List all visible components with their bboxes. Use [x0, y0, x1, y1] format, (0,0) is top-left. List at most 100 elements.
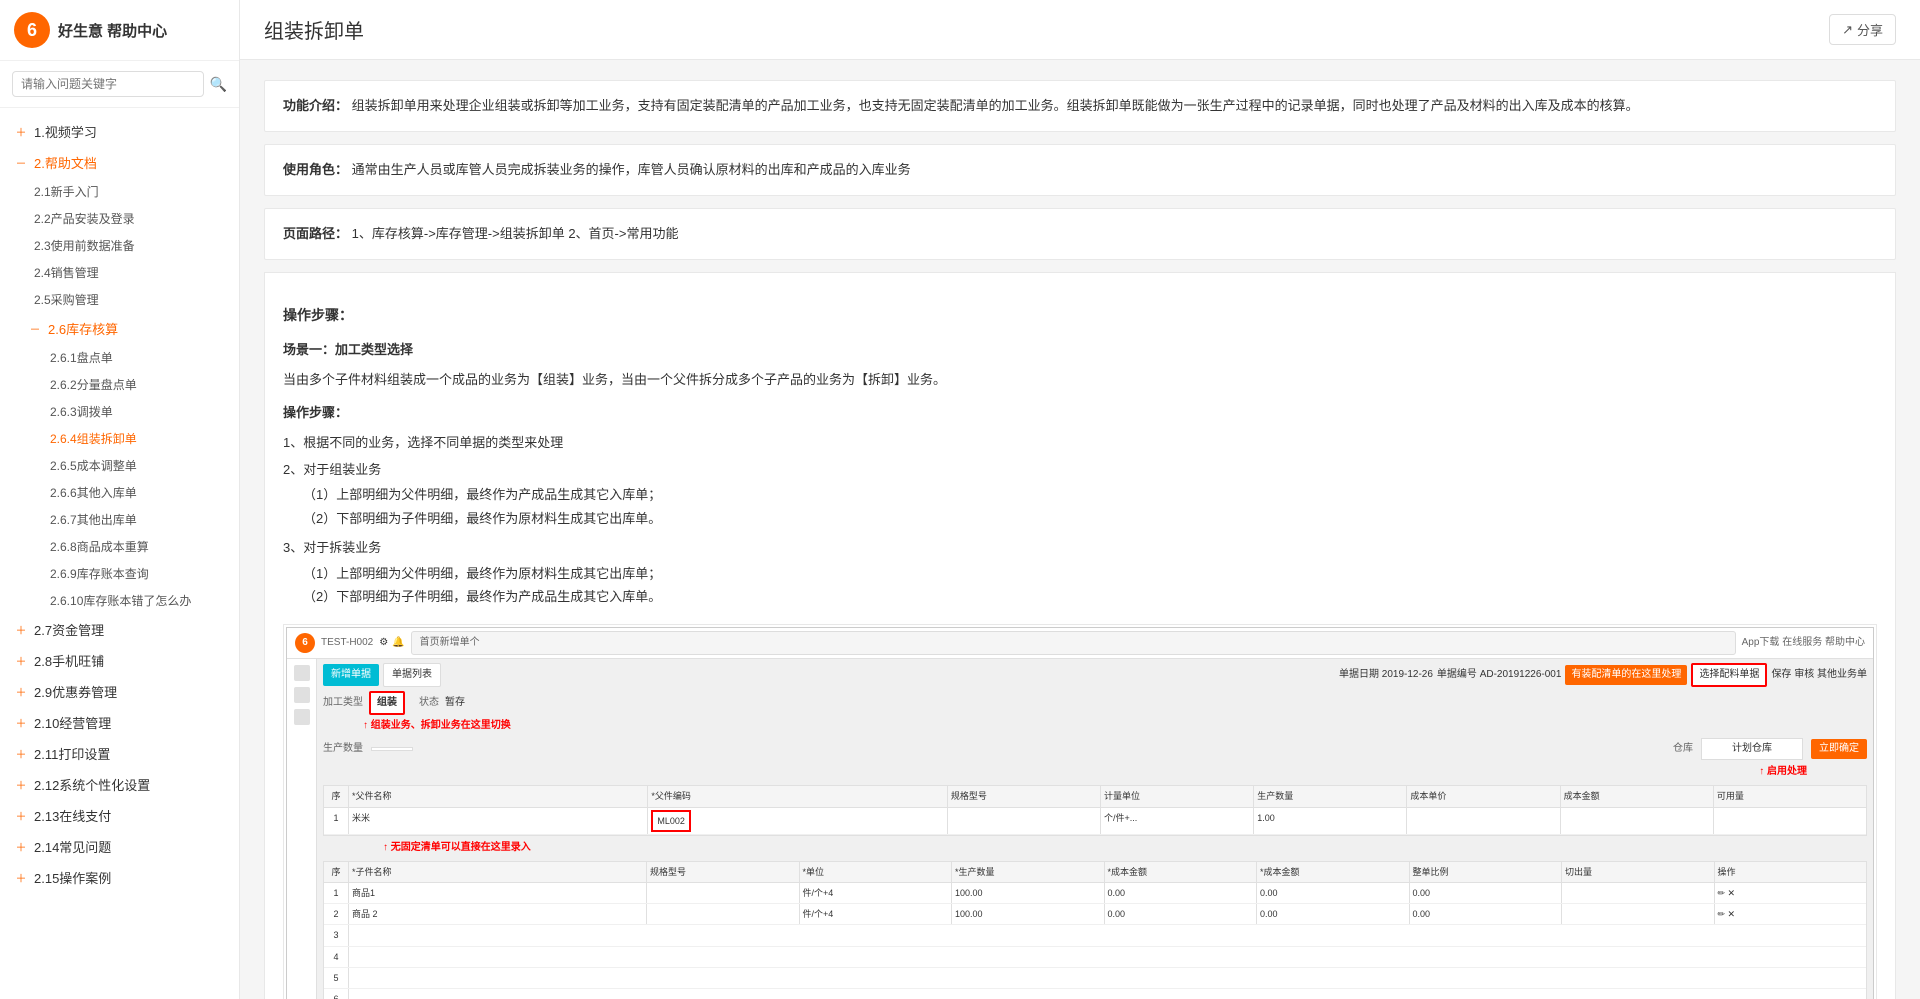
step3-1: （1）上部明细为父件明细，最终作为原材料生成其它出库单；	[283, 562, 1877, 585]
sidebar-item-s210[interactable]: ＋ 2.10经营管理	[0, 707, 239, 738]
plus-icon-s214: ＋	[14, 840, 28, 854]
sidebar-item-s213[interactable]: ＋ 2.13在线支付	[0, 800, 239, 831]
mock-sidebar-icon3	[294, 709, 310, 725]
mock-status-label: 状态	[419, 694, 439, 712]
mock-upper-table-header: 序 *父件名称 *父件编码 规格型号 计量单位 生产数量 成本单价 成本金额 可…	[324, 786, 1866, 807]
mock-screenshot: 6 TEST-H002 ⚙ 🔔 首页新增单个 App下载 在线服务 帮助中心	[286, 627, 1874, 999]
plus-icon-s215: ＋	[14, 871, 28, 885]
sidebar-item-s2610[interactable]: 2.6.10库存账本错了怎么办	[0, 587, 239, 614]
mock-company: TEST-H002	[321, 634, 373, 652]
sidebar-item-s266[interactable]: 2.6.6其他入库单	[0, 479, 239, 506]
sidebar-item-s23[interactable]: 2.3使用前数据准备	[0, 232, 239, 259]
mock-type-value: 组装	[369, 691, 405, 715]
main-content: 组装拆卸单 ↗ 分享 功能介绍： 组装拆卸单用来处理企业组装或拆卸等加工业务，支…	[240, 0, 1920, 999]
steps-title: 操作步骤：	[283, 303, 1877, 328]
sidebar-item-s24[interactable]: 2.4销售管理	[0, 259, 239, 286]
mock-sidebar-icon1	[294, 665, 310, 681]
sidebar-item-s21[interactable]: 2.1新手入门	[0, 178, 239, 205]
plus-icon-s213: ＋	[14, 809, 28, 823]
mock-wh-input: 计划仓库	[1701, 738, 1803, 760]
mock-qty-label: 生产数量	[323, 740, 363, 758]
sidebar-item-s268[interactable]: 2.6.8商品成本重算	[0, 533, 239, 560]
sidebar-item-s265[interactable]: 2.6.5成本调整单	[0, 452, 239, 479]
mock-lower-row3: 3	[324, 925, 1866, 946]
mock-type-label: 加工类型	[323, 694, 363, 712]
mock-docdate: 单据日期 2019-12-26	[1339, 666, 1433, 684]
mock-lower-row2: 2 商品 2 件/个+4 100.00 0.00 0.00 0.00	[324, 904, 1866, 925]
content-area: 功能介绍： 组装拆卸单用来处理企业组装或拆卸等加工业务，支持有固定装配清单的产品…	[240, 60, 1920, 999]
mock-qty-row: 生产数量 仓库 计划仓库 立即确定	[323, 738, 1867, 760]
plus-icon-s210: ＋	[14, 716, 28, 730]
mock-lower-table-header: 序 *子件名称 规格型号 *单位 *生产数量 *成本金额 *成本金额 整单比例 …	[324, 862, 1866, 883]
search-input[interactable]	[12, 71, 204, 97]
mock-actions: 保存 审核 其他业务单	[1771, 666, 1867, 684]
sidebar-item-s27[interactable]: ＋ 2.7资金管理	[0, 614, 239, 645]
mock-qty-input	[371, 747, 413, 751]
annotation5-text: ↑ 无固定清单可以直接在这里录入	[383, 839, 1867, 857]
mock-upper-table: 序 *父件名称 *父件编码 规格型号 计量单位 生产数量 成本单价 成本金额 可…	[323, 785, 1867, 835]
sidebar-item-label: 1.视频学习	[34, 122, 97, 141]
mock-lower-row4: 4	[324, 947, 1866, 968]
mock-switch-annotation: ↑ 组装业务、拆卸业务在这里切换	[323, 717, 1867, 735]
mock-annotation-area1: 加工类型 组装 状态 暂存	[323, 691, 1867, 715]
scenario1-title: 场景一：加工类型选择	[283, 338, 1877, 361]
plus-icon-s29: ＋	[14, 685, 28, 699]
mock-url: 首页新增单个	[411, 631, 1736, 655]
sidebar-item-s211[interactable]: ＋ 2.11打印设置	[0, 738, 239, 769]
sidebar: 6 好生意 帮助中心 🔍 ＋ 1.视频学习 － 2.帮助文档 2.1新手入门 2…	[0, 0, 240, 999]
path-block: 页面路径： 1、库存核算->库存管理->组装拆卸单 2、首页->常用功能	[264, 208, 1896, 260]
sidebar-item-s215[interactable]: ＋ 2.15操作案例	[0, 862, 239, 893]
sidebar-item-s2[interactable]: － 2.帮助文档	[0, 147, 239, 178]
sidebar-item-s212[interactable]: ＋ 2.12系统个性化设置	[0, 769, 239, 800]
mock-annotation-1: 有装配清单的在这里处理	[1565, 665, 1687, 685]
intro1-text: 组装拆卸单用来处理企业组装或拆卸等加工业务，支持有固定装配清单的产品加工业务，也…	[352, 98, 1639, 113]
plus-icon-s27: ＋	[14, 623, 28, 637]
step2-1: （1）上部明细为父件明细，最终作为产成品生成其它入库单；	[283, 483, 1877, 506]
sidebar-item-s267[interactable]: 2.6.7其他出库单	[0, 506, 239, 533]
sidebar-item-s28[interactable]: ＋ 2.8手机旺铺	[0, 645, 239, 676]
step2-2: （2）下部明细为子件明细，最终作为原材料生成其它出库单。	[283, 507, 1877, 530]
page-title: 组装拆卸单	[264, 15, 364, 44]
sidebar-item-s262[interactable]: 2.6.2分量盘点单	[0, 371, 239, 398]
mock-tab-new: 新增单据	[323, 664, 379, 686]
sidebar-item-s264[interactable]: 2.6.4组装拆卸单	[0, 425, 239, 452]
mock-wh-label: 仓库	[1673, 740, 1693, 758]
sidebar-item-s269[interactable]: 2.6.9库存账本查询	[0, 560, 239, 587]
main-header: 组装拆卸单 ↗ 分享	[240, 0, 1920, 60]
sidebar-item-s1[interactable]: ＋ 1.视频学习	[0, 116, 239, 147]
path-text: 1、库存核算->库存管理->组装拆卸单 2、首页->常用功能	[352, 226, 679, 241]
step1: 1、根据不同的业务，选择不同单据的类型来处理	[283, 431, 1877, 454]
mock-upper-row1: 1 米米 ML002 个/件+... 1.00	[324, 808, 1866, 835]
screenshot-container: 6 TEST-H002 ⚙ 🔔 首页新增单个 App下载 在线服务 帮助中心	[283, 624, 1877, 999]
mock-lower-row5: 5	[324, 968, 1866, 989]
sidebar-item-s26[interactable]: － 2.6库存核算	[0, 313, 239, 344]
sidebar-item-s22[interactable]: 2.2产品安装及登录	[0, 205, 239, 232]
mock-docno: 单据编号 AD-20191226-001	[1437, 666, 1562, 684]
share-icon: ↗	[1842, 22, 1853, 38]
annotation3-text: ↑ 组装业务、拆卸业务在这里切换	[363, 717, 1867, 735]
path-label: 页面路径：	[283, 226, 348, 241]
mock-lower-table: 序 *子件名称 规格型号 *单位 *生产数量 *成本金额 *成本金额 整单比例 …	[323, 861, 1867, 999]
mock-select-recipe: 选择配料单据	[1691, 663, 1767, 687]
share-button[interactable]: ↗ 分享	[1829, 14, 1896, 45]
step2: 2、对于组装业务	[283, 458, 1877, 481]
sidebar-item-s214[interactable]: ＋ 2.14常见问题	[0, 831, 239, 862]
sidebar-item-s25[interactable]: 2.5采购管理	[0, 286, 239, 313]
search-button[interactable]: 🔍	[210, 76, 227, 93]
sidebar-item-s263[interactable]: 2.6.3调拨单	[0, 398, 239, 425]
scenario1-desc: 当由多个子件材料组装成一个成品的业务为【组装】业务，当由一个父件拆分成多个子产品…	[283, 368, 1877, 391]
plus-icon-s28: ＋	[14, 654, 28, 668]
intro1-label: 功能介绍：	[283, 98, 348, 113]
sidebar-search-area: 🔍	[0, 61, 239, 108]
sidebar-item-s29[interactable]: ＋ 2.9优惠券管理	[0, 676, 239, 707]
steps-label: 操作步骤：	[283, 401, 1877, 424]
mock-logo: 6	[295, 633, 315, 653]
share-label: 分享	[1857, 20, 1883, 39]
mock-toolbar-icons: ⚙ 🔔	[379, 634, 404, 652]
mock-confirm-btn: 立即确定	[1811, 739, 1867, 759]
mock-parent-code: ML002	[651, 810, 691, 832]
logo-icon: 6	[14, 12, 50, 48]
sidebar-item-s261[interactable]: 2.6.1盘点单	[0, 344, 239, 371]
sidebar-nav: ＋ 1.视频学习 － 2.帮助文档 2.1新手入门 2.2产品安装及登录 2.3…	[0, 108, 239, 999]
intro2-text: 通常由生产人员或库管人员完成拆装业务的操作，库管人员确认原材料的出库和产成品的入…	[352, 162, 911, 177]
